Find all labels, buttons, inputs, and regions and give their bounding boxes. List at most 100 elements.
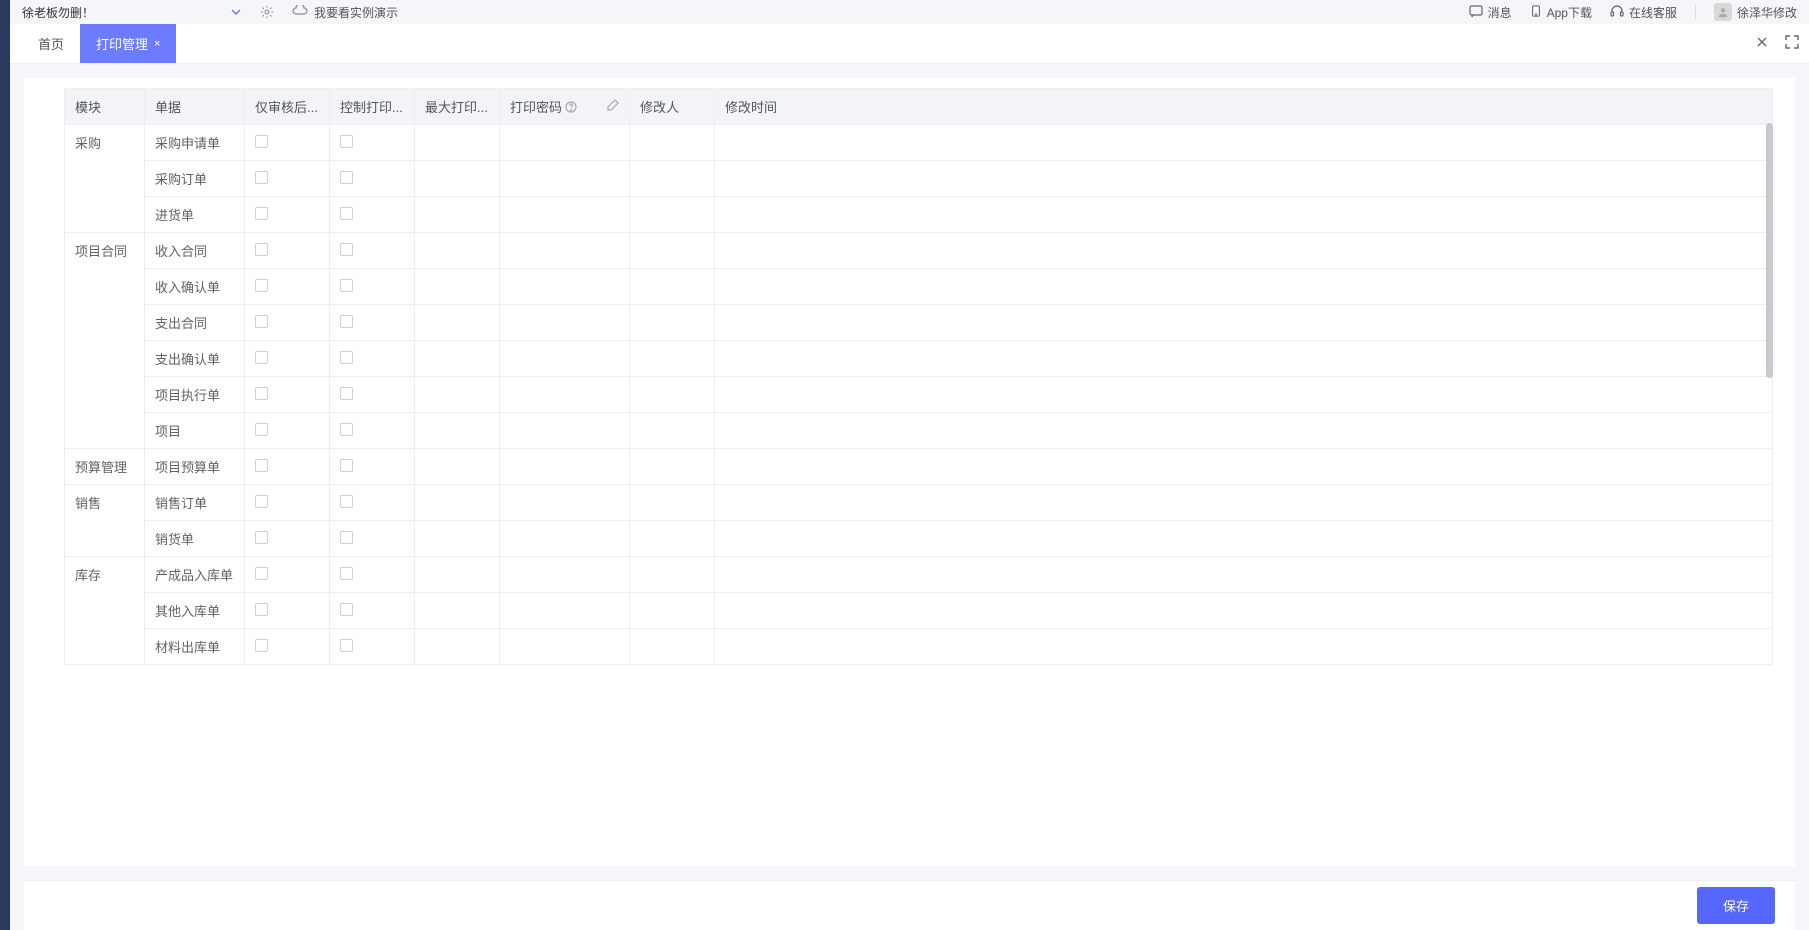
close-all-icon[interactable]: [1755, 35, 1769, 52]
table-row: 收入确认单: [65, 269, 1773, 305]
cell-print-pwd: [500, 197, 630, 233]
message-link[interactable]: 消息: [1469, 4, 1512, 21]
scrollbar-thumb[interactable]: [1766, 123, 1773, 378]
cell-document: 销售订单: [145, 485, 245, 521]
user-menu[interactable]: 徐泽华修改: [1714, 3, 1797, 21]
checkbox[interactable]: [255, 135, 268, 148]
cell-modify-time: [715, 341, 1773, 377]
cell-modify-time: [715, 269, 1773, 305]
cell-modifier: [630, 377, 715, 413]
cell-control-print: [330, 161, 415, 197]
cell-modifier: [630, 341, 715, 377]
checkbox[interactable]: [340, 639, 353, 652]
cell-print-pwd: [500, 593, 630, 629]
cell-max-print: [415, 557, 500, 593]
cell-document: 项目预算单: [145, 449, 245, 485]
tab-home[interactable]: 首页: [22, 24, 80, 63]
cell-audit-only: [245, 269, 330, 305]
cell-modify-time: [715, 449, 1773, 485]
checkbox[interactable]: [255, 279, 268, 292]
close-icon[interactable]: ×: [154, 38, 160, 50]
th-control-print: 控制打印...: [330, 89, 415, 125]
checkbox[interactable]: [340, 603, 353, 616]
cell-modify-time: [715, 305, 1773, 341]
tab-bar: 首页 打印管理 ×: [10, 24, 1809, 64]
cell-control-print: [330, 197, 415, 233]
checkbox[interactable]: [340, 567, 353, 580]
checkbox[interactable]: [255, 171, 268, 184]
checkbox[interactable]: [340, 495, 353, 508]
cell-modifier: [630, 161, 715, 197]
checkbox[interactable]: [340, 423, 353, 436]
cell-modify-time: [715, 377, 1773, 413]
cell-audit-only: [245, 593, 330, 629]
app-download-link[interactable]: App下载: [1530, 4, 1592, 21]
th-module: 模块: [65, 89, 145, 125]
checkbox[interactable]: [340, 135, 353, 148]
checkbox[interactable]: [255, 423, 268, 436]
save-button[interactable]: 保存: [1697, 887, 1775, 924]
help-icon[interactable]: [565, 101, 577, 113]
checkbox[interactable]: [340, 459, 353, 472]
cell-modifier: [630, 269, 715, 305]
checkbox[interactable]: [340, 171, 353, 184]
cell-max-print: [415, 377, 500, 413]
org-dropdown[interactable]: 徐老板勿删！: [22, 4, 242, 21]
cell-modify-time: [715, 233, 1773, 269]
th-modifier: 修改人: [630, 89, 715, 125]
message-icon: [1469, 4, 1483, 21]
demo-link[interactable]: 我要看实例演示: [292, 4, 398, 21]
checkbox[interactable]: [255, 567, 268, 580]
headset-icon: [1610, 4, 1624, 21]
checkbox[interactable]: [255, 603, 268, 616]
cell-document: 项目执行单: [145, 377, 245, 413]
cell-modifier: [630, 593, 715, 629]
checkbox[interactable]: [255, 315, 268, 328]
checkbox[interactable]: [255, 207, 268, 220]
checkbox[interactable]: [340, 351, 353, 364]
table-row: 进货单: [65, 197, 1773, 233]
scrollbar[interactable]: [1765, 123, 1773, 856]
checkbox[interactable]: [255, 243, 268, 256]
checkbox[interactable]: [340, 315, 353, 328]
checkbox[interactable]: [255, 351, 268, 364]
checkbox[interactable]: [340, 387, 353, 400]
checkbox[interactable]: [340, 207, 353, 220]
service-link[interactable]: 在线客服: [1610, 4, 1677, 21]
cell-modify-time: [715, 161, 1773, 197]
tab-print-mgmt[interactable]: 打印管理 ×: [80, 24, 176, 63]
cell-control-print: [330, 377, 415, 413]
cell-document: 支出确认单: [145, 341, 245, 377]
service-label: 在线客服: [1629, 4, 1677, 21]
cell-max-print: [415, 485, 500, 521]
gear-icon[interactable]: [260, 5, 274, 19]
cell-max-print: [415, 341, 500, 377]
checkbox[interactable]: [340, 531, 353, 544]
checkbox[interactable]: [340, 243, 353, 256]
checkbox[interactable]: [255, 459, 268, 472]
cell-control-print: [330, 557, 415, 593]
fullscreen-icon[interactable]: [1785, 35, 1799, 52]
cell-print-pwd: [500, 125, 630, 161]
cell-modifier: [630, 125, 715, 161]
checkbox[interactable]: [255, 531, 268, 544]
org-dropdown-label: 徐老板勿删！: [22, 4, 94, 21]
top-header: 徐老板勿删！ 我要看实例演示: [10, 0, 1809, 24]
cell-audit-only: [245, 305, 330, 341]
cell-control-print: [330, 125, 415, 161]
cell-control-print: [330, 341, 415, 377]
cell-control-print: [330, 593, 415, 629]
cell-module: 项目合同: [65, 233, 145, 449]
left-sidebar: [0, 0, 10, 930]
checkbox[interactable]: [255, 387, 268, 400]
checkbox[interactable]: [255, 495, 268, 508]
cell-audit-only: [245, 377, 330, 413]
cell-modify-time: [715, 629, 1773, 665]
checkbox[interactable]: [255, 639, 268, 652]
edit-icon[interactable]: [607, 99, 619, 114]
cell-modifier: [630, 557, 715, 593]
cell-audit-only: [245, 413, 330, 449]
th-audit-only: 仅审核后...: [245, 89, 330, 125]
checkbox[interactable]: [340, 279, 353, 292]
cell-modifier: [630, 521, 715, 557]
